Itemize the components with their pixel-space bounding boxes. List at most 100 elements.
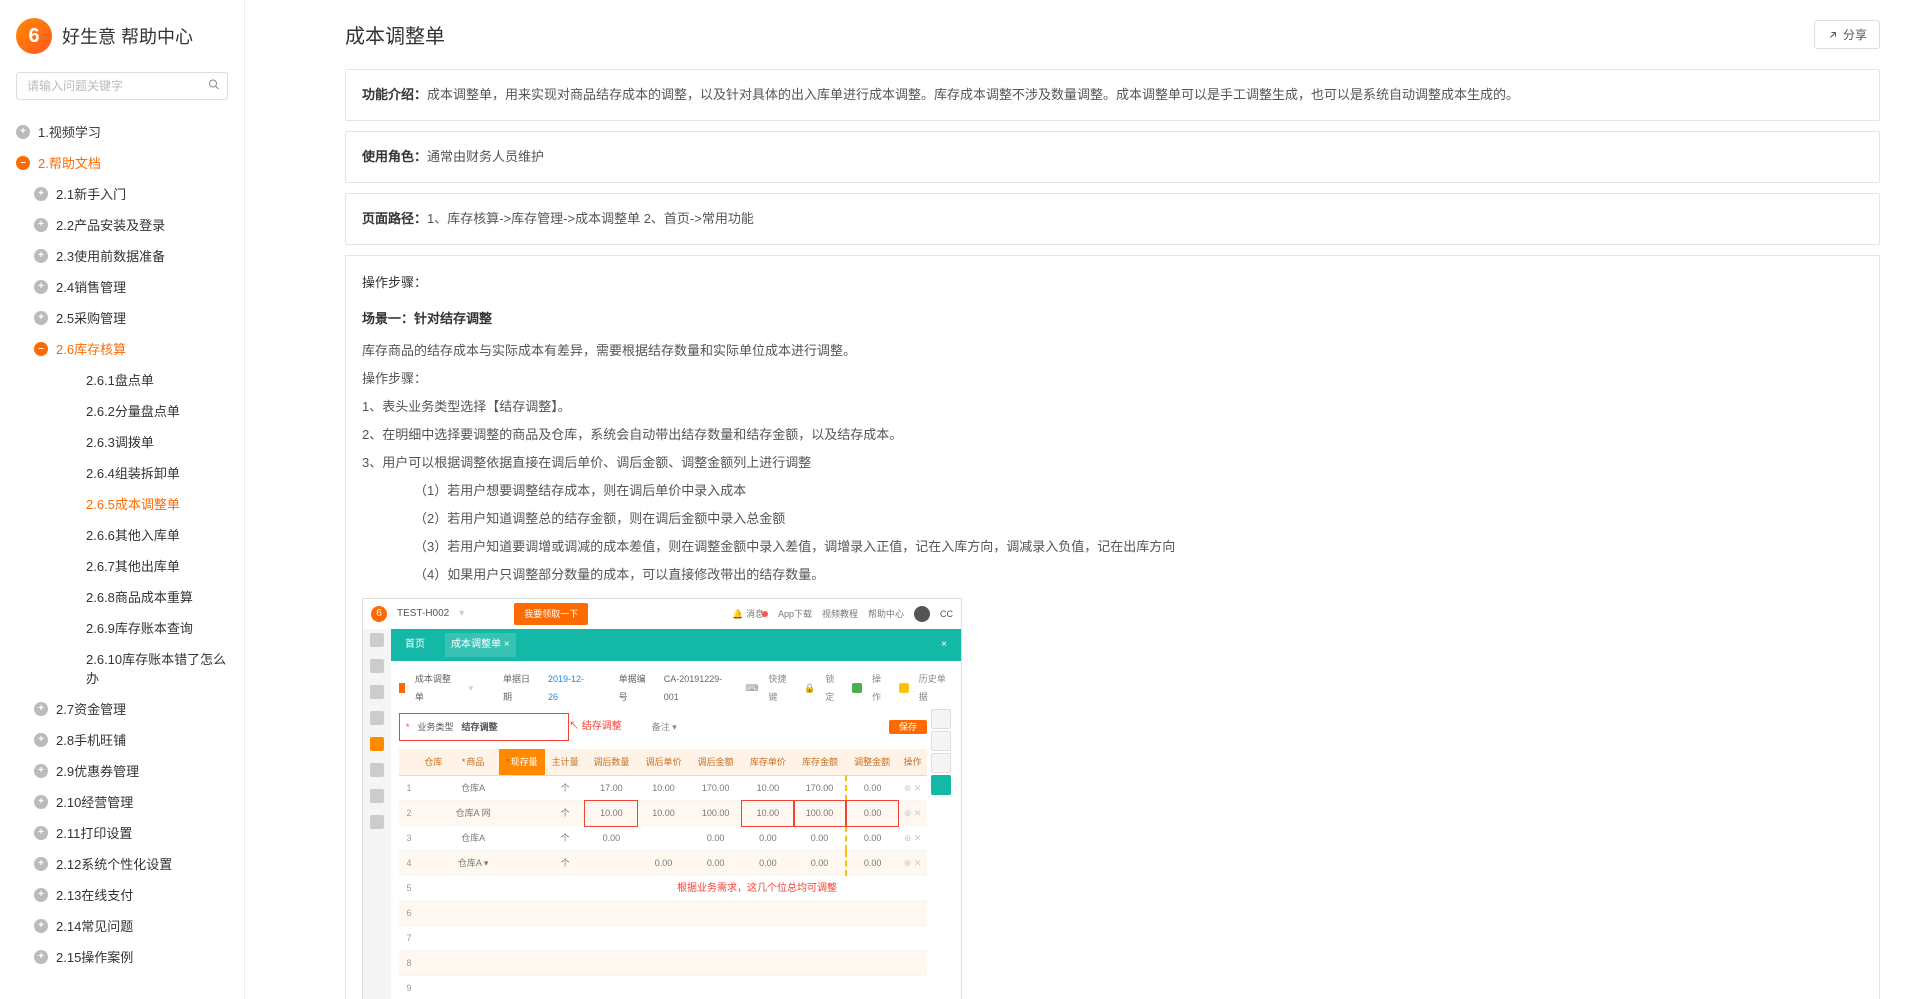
nav-item[interactable]: +2.7资金管理 xyxy=(16,693,228,724)
nav-item-label: 2.15操作案例 xyxy=(56,947,133,966)
brand-row: 6 好生意 帮助中心 xyxy=(16,18,228,54)
nav-item-label: 2.6.4组装拆卸单 xyxy=(86,463,180,482)
nav-item[interactable]: +2.6.9库存账本查询 xyxy=(16,612,228,643)
expand-icon: + xyxy=(34,950,48,964)
expand-icon: + xyxy=(34,857,48,871)
expand-icon: + xyxy=(34,249,48,263)
nav-item[interactable]: +2.5采购管理 xyxy=(16,302,228,333)
nav-item[interactable]: +2.6.3调拨单 xyxy=(16,426,228,457)
shot-tabs: 首页 成本调整单 × × xyxy=(391,629,961,661)
nav-item[interactable]: +2.11打印设置 xyxy=(16,817,228,848)
nav-item-label: 2.2产品安装及登录 xyxy=(56,215,165,234)
collapse-icon: – xyxy=(16,156,30,170)
nav-item[interactable]: +2.6.1盘点单 xyxy=(16,364,228,395)
nav-item[interactable]: +2.15操作案例 xyxy=(16,941,228,972)
nav-item[interactable]: –2.帮助文档 xyxy=(16,147,228,178)
role-text: 通常由财务人员维护 xyxy=(427,149,544,164)
nav-item-label: 2.12系统个性化设置 xyxy=(56,854,172,873)
nav-item-label: 2.6.9库存账本查询 xyxy=(86,618,193,637)
nav-item[interactable]: +2.1新手入门 xyxy=(16,178,228,209)
shot-filter-box: * 业务类型 结存调整 xyxy=(399,713,569,741)
nav-item-label: 2.6库存核算 xyxy=(56,339,126,358)
shot-float-panel xyxy=(931,709,953,795)
share-label: 分享 xyxy=(1843,26,1867,43)
role-label: 使用角色： xyxy=(362,149,427,164)
nav-item-label: 2.4销售管理 xyxy=(56,277,126,296)
nav-item-label: 2.3使用前数据准备 xyxy=(56,246,165,265)
nav-item-label: 2.6.5成本调整单 xyxy=(86,494,180,513)
shot-sidebar xyxy=(363,629,391,999)
shot-annotation-2: 根据业务需求，这几个位总均可调整 xyxy=(677,879,837,899)
steps-title: 操作步骤： xyxy=(362,270,1863,296)
main-content: 成本调整单 分享 功能介绍：成本调整单，用来实现对商品结存成本的调整，以及针对具… xyxy=(245,0,1920,999)
nav-item[interactable]: +2.6.5成本调整单 xyxy=(16,488,228,519)
shot-msg: 🔔 消息 xyxy=(732,605,768,623)
step-1: 1、表头业务类型选择【结存调整】。 xyxy=(362,394,1863,420)
nav-item[interactable]: +2.13在线支付 xyxy=(16,879,228,910)
nav-item-label: 2.帮助文档 xyxy=(38,153,101,172)
nav-item-label: 2.9优惠券管理 xyxy=(56,761,139,780)
scene-desc: 库存商品的结存成本与实际成本有差异，需要根据结存数量和实际单位成本进行调整。 xyxy=(362,338,1863,364)
brand-text: 好生意 帮助中心 xyxy=(62,23,193,49)
nav-item[interactable]: –2.6库存核算 xyxy=(16,333,228,364)
nav-item[interactable]: +2.2产品安装及登录 xyxy=(16,209,228,240)
role-box: 使用角色：通常由财务人员维护 xyxy=(345,131,1880,183)
expand-icon: + xyxy=(34,764,48,778)
expand-icon: + xyxy=(34,311,48,325)
nav-item[interactable]: +2.9优惠券管理 xyxy=(16,755,228,786)
substep-3: （3）若用户知道要调增或调减的成本差值，则在调整金额中录入差值，调增录入正值，记… xyxy=(362,534,1863,560)
shot-avatar xyxy=(914,606,930,622)
embedded-screenshot: 6 TEST-H002 ▾ 我要领取一下 🔔 消息 App下载 视频教程 帮助中… xyxy=(362,598,962,999)
nav-item[interactable]: +2.6.10库存账本错了怎么办 xyxy=(16,643,228,693)
steps-label: 操作步骤： xyxy=(362,366,1863,392)
share-icon xyxy=(1827,29,1839,41)
nav-item[interactable]: +2.12系统个性化设置 xyxy=(16,848,228,879)
nav-item[interactable]: +2.8手机旺铺 xyxy=(16,724,228,755)
intro-text: 成本调整单，用来实现对商品结存成本的调整，以及针对具体的出入库单进行成本调整。库… xyxy=(427,87,1519,102)
nav-item-label: 2.10经营管理 xyxy=(56,792,133,811)
expand-icon: + xyxy=(34,795,48,809)
nav-item[interactable]: +2.6.7其他出库单 xyxy=(16,550,228,581)
nav-item-label: 2.13在线支付 xyxy=(56,885,133,904)
nav-item-label: 1.视频学习 xyxy=(38,122,101,141)
expand-icon: + xyxy=(34,919,48,933)
intro-label: 功能介绍： xyxy=(362,87,427,102)
nav-item[interactable]: +2.6.2分量盘点单 xyxy=(16,395,228,426)
nav-tree: +1.视频学习–2.帮助文档+2.1新手入门+2.2产品安装及登录+2.3使用前… xyxy=(16,116,228,972)
nav-item[interactable]: +2.3使用前数据准备 xyxy=(16,240,228,271)
shot-logo-icon: 6 xyxy=(371,606,387,622)
nav-item-label: 2.6.1盘点单 xyxy=(86,370,154,389)
nav-item-label: 2.5采购管理 xyxy=(56,308,126,327)
nav-item[interactable]: +2.4销售管理 xyxy=(16,271,228,302)
nav-item[interactable]: +1.视频学习 xyxy=(16,116,228,147)
shot-annotation-1: ↖ 结存调整 xyxy=(569,717,622,737)
scene-title: 场景一：针对结存调整 xyxy=(362,306,1863,332)
share-button[interactable]: 分享 xyxy=(1814,20,1880,49)
page-title: 成本调整单 xyxy=(345,20,445,49)
nav-item-label: 2.6.6其他入库单 xyxy=(86,525,180,544)
shot-table: 仓库商品现存量主计量调后数量调后单价调后金额库存单价库存金额调整金额操作 1仓库… xyxy=(399,749,927,999)
expand-icon: + xyxy=(34,280,48,294)
nav-item-label: 2.6.10库存账本错了怎么办 xyxy=(86,649,228,687)
step-2: 2、在明细中选择要调整的商品及仓库，系统会自动带出结存数量和结存金额，以及结存成… xyxy=(362,422,1863,448)
nav-item-label: 2.7资金管理 xyxy=(56,699,126,718)
expand-icon: + xyxy=(16,125,30,139)
path-label: 页面路径： xyxy=(362,211,427,226)
shot-org: TEST-H002 xyxy=(397,604,449,624)
path-box: 页面路径：1、库存核算->库存管理->成本调整单 2、首页->常用功能 xyxy=(345,193,1880,245)
search-input[interactable] xyxy=(16,72,228,100)
collapse-icon: – xyxy=(34,342,48,356)
substep-1: （1）若用户想要调整结存成本，则在调后单价中录入成本 xyxy=(362,478,1863,504)
nav-item-label: 2.6.7其他出库单 xyxy=(86,556,180,575)
nav-item[interactable]: +2.6.6其他入库单 xyxy=(16,519,228,550)
nav-item[interactable]: +2.6.8商品成本重算 xyxy=(16,581,228,612)
substep-4: （4）如果用户只调整部分数量的成本，可以直接修改带出的结存数量。 xyxy=(362,562,1863,588)
shot-top-button: 我要领取一下 xyxy=(514,603,588,625)
expand-icon: + xyxy=(34,187,48,201)
nav-item[interactable]: +2.10经营管理 xyxy=(16,786,228,817)
search-wrap xyxy=(16,72,228,100)
path-text: 1、库存核算->库存管理->成本调整单 2、首页->常用功能 xyxy=(427,211,754,226)
nav-item[interactable]: +2.14常见问题 xyxy=(16,910,228,941)
nav-item-label: 2.6.3调拨单 xyxy=(86,432,154,451)
nav-item[interactable]: +2.6.4组装拆卸单 xyxy=(16,457,228,488)
